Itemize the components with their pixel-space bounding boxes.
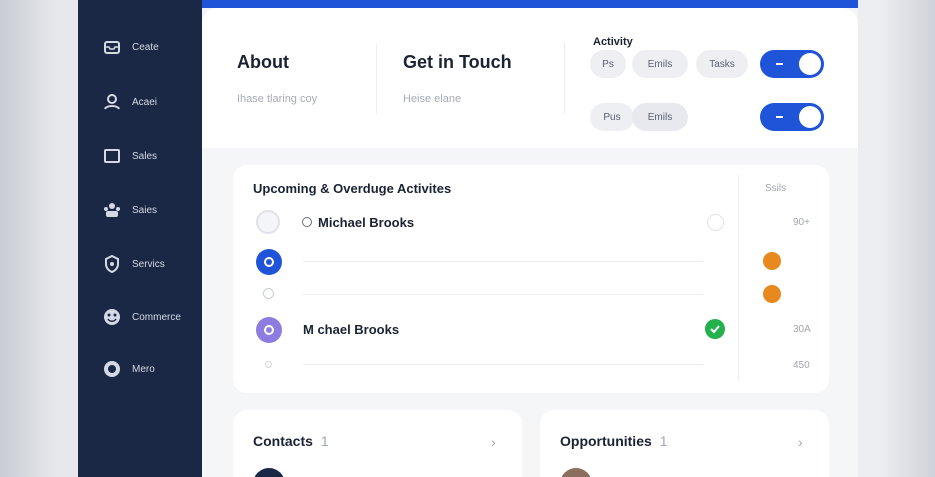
activity-value: 90+ <box>793 217 810 228</box>
pill-tasks[interactable]: Tasks <box>696 50 748 78</box>
toggle-dash <box>776 63 783 65</box>
opportunity-avatar <box>560 468 592 477</box>
team-icon <box>104 203 120 217</box>
row-avatar-placeholder <box>256 210 280 234</box>
circle-icon <box>104 361 120 377</box>
small-ring-icon <box>263 288 274 299</box>
activities-title: Upcoming & Overduge Activites <box>253 181 452 196</box>
blue-ring-icon <box>264 257 274 267</box>
clock-icon <box>302 217 312 227</box>
opportunities-count: 1 <box>659 433 668 449</box>
activity-label: Activity <box>593 36 633 48</box>
user-icon <box>104 94 120 110</box>
contacts-title-text: Contacts <box>253 433 313 449</box>
column-divider <box>738 175 739 380</box>
contacts-card[interactable]: Contacts 1 › <box>233 410 522 477</box>
get-in-touch-subtitle: Heise elane <box>403 93 462 105</box>
contact-avatar <box>253 468 285 477</box>
orange-status-dot <box>763 252 781 270</box>
sidebar-item-mero[interactable]: Mero <box>102 359 155 379</box>
get-in-touch-title: Get in Touch <box>403 52 512 72</box>
about-subtitle: Ihase tlaring coy <box>237 93 318 105</box>
activity-toggle-1[interactable] <box>760 50 824 78</box>
chevron-right-icon[interactable]: › <box>798 434 803 450</box>
square-icon <box>104 149 120 163</box>
pill-emails-2[interactable]: Emils <box>632 103 688 131</box>
opportunities-title: Opportunities 1 <box>560 433 668 449</box>
activities-header-right: Ssils <box>765 183 787 194</box>
face-icon <box>104 309 120 325</box>
opportunities-title-text: Opportunities <box>560 433 652 449</box>
inbox-icon <box>104 41 120 54</box>
sidebar-item-label: Commerce <box>132 311 181 323</box>
toggle-knob <box>799 53 821 75</box>
row-divider <box>303 364 703 365</box>
row-divider <box>303 294 703 295</box>
sidebar-item-label: Acaei <box>132 96 158 108</box>
sidebar-item-label: Ceate <box>132 41 159 53</box>
divider <box>564 44 565 114</box>
activity-value: 450 <box>793 360 810 371</box>
toggle-dash <box>776 116 783 118</box>
pill-ps[interactable]: Ps <box>590 50 626 78</box>
about-title: About <box>237 52 289 72</box>
shield-icon <box>105 254 119 274</box>
sidebar-item-saies[interactable]: Saies <box>102 200 157 220</box>
sidebar-item-commerce[interactable]: Commerce <box>102 307 181 327</box>
activities-card: Upcoming & Overduge Activites Ssils Mich… <box>233 165 829 393</box>
sidebar-item-sales[interactable]: Sales <box>102 146 157 166</box>
orange-status-dot <box>763 285 781 303</box>
activity-name[interactable]: M chael Brooks <box>303 322 399 337</box>
opportunities-card[interactable]: Opportunities 1 › <box>540 410 829 477</box>
small-dot-icon <box>265 361 272 368</box>
toggle-knob <box>799 106 821 128</box>
sidebar-item-servics[interactable]: Servics <box>102 254 165 274</box>
sidebar-item-label: Sales <box>132 150 158 162</box>
main-area: About Ihase tlaring coy Get in Touch Hei… <box>202 0 858 477</box>
sidebar-item-label: Servics <box>132 258 165 270</box>
activity-value: 30A <box>793 324 811 335</box>
sidebar-item-label: Saies <box>132 204 158 216</box>
activity-name[interactable]: Michael Brooks <box>318 215 414 230</box>
hero-section: About Ihase tlaring coy Get in Touch Hei… <box>202 8 858 148</box>
purple-ring-icon <box>264 325 274 335</box>
sidebar-item-label: Mero <box>132 363 155 375</box>
chevron-right-icon[interactable]: › <box>491 434 496 450</box>
pill-emails[interactable]: Emils <box>632 50 688 78</box>
pill-pus[interactable]: Pus <box>590 103 634 131</box>
activity-toggle-2[interactable] <box>760 103 824 131</box>
top-accent-bar <box>202 0 858 8</box>
row-divider <box>303 261 703 262</box>
status-circle-empty[interactable] <box>707 214 724 231</box>
sidebar: Ceate Acaei Sales Saies Servics Commerce… <box>78 0 202 477</box>
contacts-title: Contacts 1 <box>253 433 329 449</box>
check-icon[interactable] <box>705 319 725 339</box>
sidebar-item-acaei[interactable]: Acaei <box>102 92 157 112</box>
sidebar-item-ceate[interactable]: Ceate <box>102 37 159 57</box>
divider <box>376 44 377 114</box>
contacts-count: 1 <box>320 433 329 449</box>
